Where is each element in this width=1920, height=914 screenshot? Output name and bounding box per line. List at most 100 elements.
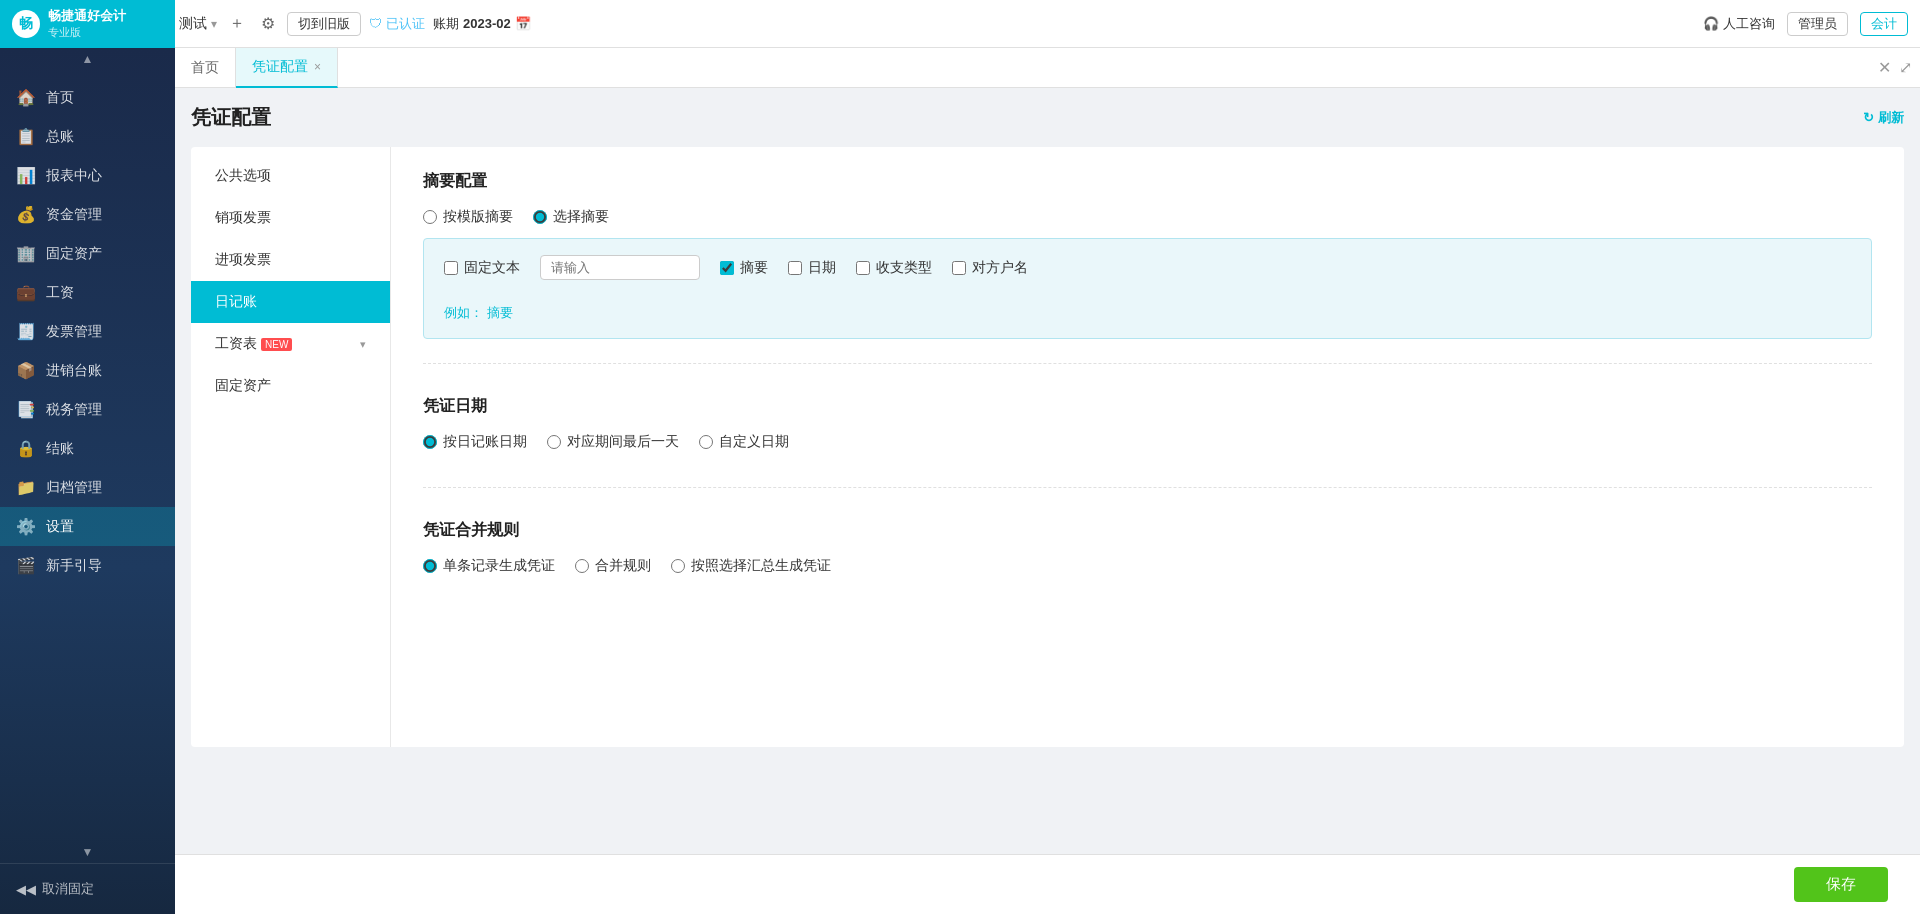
summary-section: 摘要配置 按模版摘要 选择摘要 <box>423 171 1872 364</box>
page-content: 凭证配置 ↻ 刷新 公共选项销项发票进项发票日记账工资表NEW▾固定资产 摘要配… <box>175 88 1920 854</box>
date-section-title: 凭证日期 <box>423 396 1872 417</box>
company-selector[interactable]: 测试 ▾ <box>179 15 217 33</box>
admin-button[interactable]: 管理员 <box>1787 12 1848 36</box>
left-nav-item-sales-invoice[interactable]: 销项发票 <box>191 197 390 239</box>
date-radio-group: 按日记账日期 对应期间最后一天 自定义日期 <box>423 433 1872 451</box>
nav-icon-archive: 📁 <box>16 478 36 497</box>
sidebar-item-fixed[interactable]: 🏢固定资产 <box>0 234 175 273</box>
top-header: 畅 畅捷通好会计 专业版 测试 ▾ ＋ ⚙ 切到旧版 🛡 已认证 账期 2023… <box>0 0 1920 48</box>
sidebar-item-ledger[interactable]: 📋总账 <box>0 117 175 156</box>
nav-icon-purchase-sale: 📦 <box>16 361 36 380</box>
checkbox-date-input[interactable] <box>788 261 802 275</box>
date-section: 凭证日期 按日记账日期 对应期间最后一天 <box>423 396 1872 488</box>
add-icon[interactable]: ＋ <box>225 9 249 38</box>
nav-icon-fixed: 🏢 <box>16 244 36 263</box>
accountant-button[interactable]: 会计 <box>1860 12 1908 36</box>
merge-radio-single[interactable]: 单条记录生成凭证 <box>423 557 555 575</box>
sidebar-item-home[interactable]: 🏠首页 <box>0 78 175 117</box>
nav-icon-settings: ⚙️ <box>16 517 36 536</box>
sidebar-item-closing[interactable]: 🔒结账 <box>0 429 175 468</box>
refresh-icon: ↻ <box>1863 110 1874 125</box>
summary-radio-group: 按模版摘要 选择摘要 <box>423 208 1872 226</box>
checkbox-counterparty-input[interactable] <box>952 261 966 275</box>
merge-radio-single-input[interactable] <box>423 559 437 573</box>
summary-radio-template-input[interactable] <box>423 210 437 224</box>
date-radio-custom-input[interactable] <box>699 435 713 449</box>
summary-radio-select[interactable]: 选择摘要 <box>533 208 609 226</box>
checkbox-income-type[interactable]: 收支类型 <box>856 259 932 277</box>
save-button[interactable]: 保存 <box>1794 867 1888 902</box>
tab-close-icon[interactable]: × <box>314 60 321 74</box>
left-nav-item-payroll[interactable]: 工资表NEW▾ <box>191 323 390 365</box>
checkbox-counterparty[interactable]: 对方户名 <box>952 259 1028 277</box>
summary-checkboxes-row: 固定文本 摘要 日期 <box>444 255 1851 280</box>
merge-radio-select-input[interactable] <box>671 559 685 573</box>
chevron-down-icon: ▾ <box>360 338 366 351</box>
refresh-button[interactable]: ↻ 刷新 <box>1863 109 1904 127</box>
sidebar-item-funds[interactable]: 💰资金管理 <box>0 195 175 234</box>
date-radio-custom[interactable]: 自定义日期 <box>699 433 789 451</box>
right-content: 摘要配置 按模版摘要 选择摘要 <box>391 147 1904 747</box>
support-button[interactable]: 🎧 人工咨询 <box>1703 15 1775 33</box>
sidebar-item-invoice[interactable]: 🧾发票管理 <box>0 312 175 351</box>
main-content: 首页 凭证配置 × ✕ ⤢ 凭证配置 ↻ 刷新 <box>175 48 1920 914</box>
logo-text: 畅捷通好会计 专业版 <box>48 7 126 40</box>
nav-icon-closing: 🔒 <box>16 439 36 458</box>
date-radio-journal[interactable]: 按日记账日期 <box>423 433 527 451</box>
checkbox-fixed-text[interactable]: 固定文本 <box>444 259 520 277</box>
shield-icon: 🛡 <box>369 16 382 31</box>
logo-area: 畅 畅捷通好会计 专业版 <box>0 0 175 48</box>
merge-radio-rule[interactable]: 合并规则 <box>575 557 651 575</box>
tabs-bar-actions: ✕ ⤢ <box>1870 58 1920 77</box>
nav-icon-invoice: 🧾 <box>16 322 36 341</box>
summary-radio-select-input[interactable] <box>533 210 547 224</box>
gear-icon[interactable]: ⚙ <box>257 10 279 37</box>
sidebar-item-salary[interactable]: 💼工资 <box>0 273 175 312</box>
date-radio-period-last-input[interactable] <box>547 435 561 449</box>
date-radio-period-last[interactable]: 对应期间最后一天 <box>547 433 679 451</box>
close-icon[interactable]: ✕ <box>1878 58 1891 77</box>
merge-radio-select[interactable]: 按照选择汇总生成凭证 <box>671 557 831 575</box>
nav-icon-reports: 📊 <box>16 166 36 185</box>
checkbox-fixed-text-input[interactable] <box>444 261 458 275</box>
left-nav-item-purchase-invoice[interactable]: 进项发票 <box>191 239 390 281</box>
date-radio-journal-input[interactable] <box>423 435 437 449</box>
header-controls: 测试 ▾ ＋ ⚙ 切到旧版 🛡 已认证 账期 2023-02 📅 <box>179 9 1695 38</box>
left-nav-item-fixed-assets[interactable]: 固定资产 <box>191 365 390 407</box>
switch-old-version-button[interactable]: 切到旧版 <box>287 12 361 36</box>
nav-icon-salary: 💼 <box>16 283 36 302</box>
tab-voucher-config[interactable]: 凭证配置 × <box>236 48 338 88</box>
new-badge: NEW <box>261 338 292 351</box>
sidebar-item-reports[interactable]: 📊报表中心 <box>0 156 175 195</box>
sidebar-scroll-down[interactable]: ▼ <box>0 841 175 863</box>
checkbox-abstract-input[interactable] <box>720 261 734 275</box>
example-text: 例如： 摘要 <box>444 304 513 322</box>
nav-icon-funds: 💰 <box>16 205 36 224</box>
sidebar-scroll-up[interactable]: ▲ <box>0 48 175 70</box>
checkbox-income-type-input[interactable] <box>856 261 870 275</box>
sidebar-item-archive[interactable]: 📁归档管理 <box>0 468 175 507</box>
summary-options-box: 固定文本 摘要 日期 <box>423 238 1872 339</box>
left-nav-item-journal[interactable]: 日记账 <box>191 281 390 323</box>
merge-radio-group: 单条记录生成凭证 合并规则 按照选择汇总生成凭证 <box>423 557 1872 575</box>
sidebar-item-purchase-sale[interactable]: 📦进销台账 <box>0 351 175 390</box>
nav-icon-guide: 🎬 <box>16 556 36 575</box>
tab-home[interactable]: 首页 <box>175 48 236 88</box>
checkbox-abstract[interactable]: 摘要 <box>720 259 768 277</box>
sidebar-item-tax[interactable]: 📑税务管理 <box>0 390 175 429</box>
period-info: 账期 2023-02 📅 <box>433 15 531 33</box>
sidebar-item-settings[interactable]: ⚙️设置 <box>0 507 175 546</box>
fixed-text-input[interactable] <box>540 255 700 280</box>
merge-section-title: 凭证合并规则 <box>423 520 1872 541</box>
calendar-icon[interactable]: 📅 <box>515 16 531 31</box>
sidebar-item-guide[interactable]: 🎬新手引导 <box>0 546 175 585</box>
summary-section-title: 摘要配置 <box>423 171 1872 192</box>
checkbox-date[interactable]: 日期 <box>788 259 836 277</box>
summary-radio-template[interactable]: 按模版摘要 <box>423 208 513 226</box>
cancel-fixed-button[interactable]: ◀◀ 取消固定 <box>0 872 175 906</box>
nav-icon-ledger: 📋 <box>16 127 36 146</box>
pin-icon: ◀◀ <box>16 882 36 897</box>
expand-icon[interactable]: ⤢ <box>1899 58 1912 77</box>
left-nav-item-public[interactable]: 公共选项 <box>191 155 390 197</box>
merge-radio-rule-input[interactable] <box>575 559 589 573</box>
